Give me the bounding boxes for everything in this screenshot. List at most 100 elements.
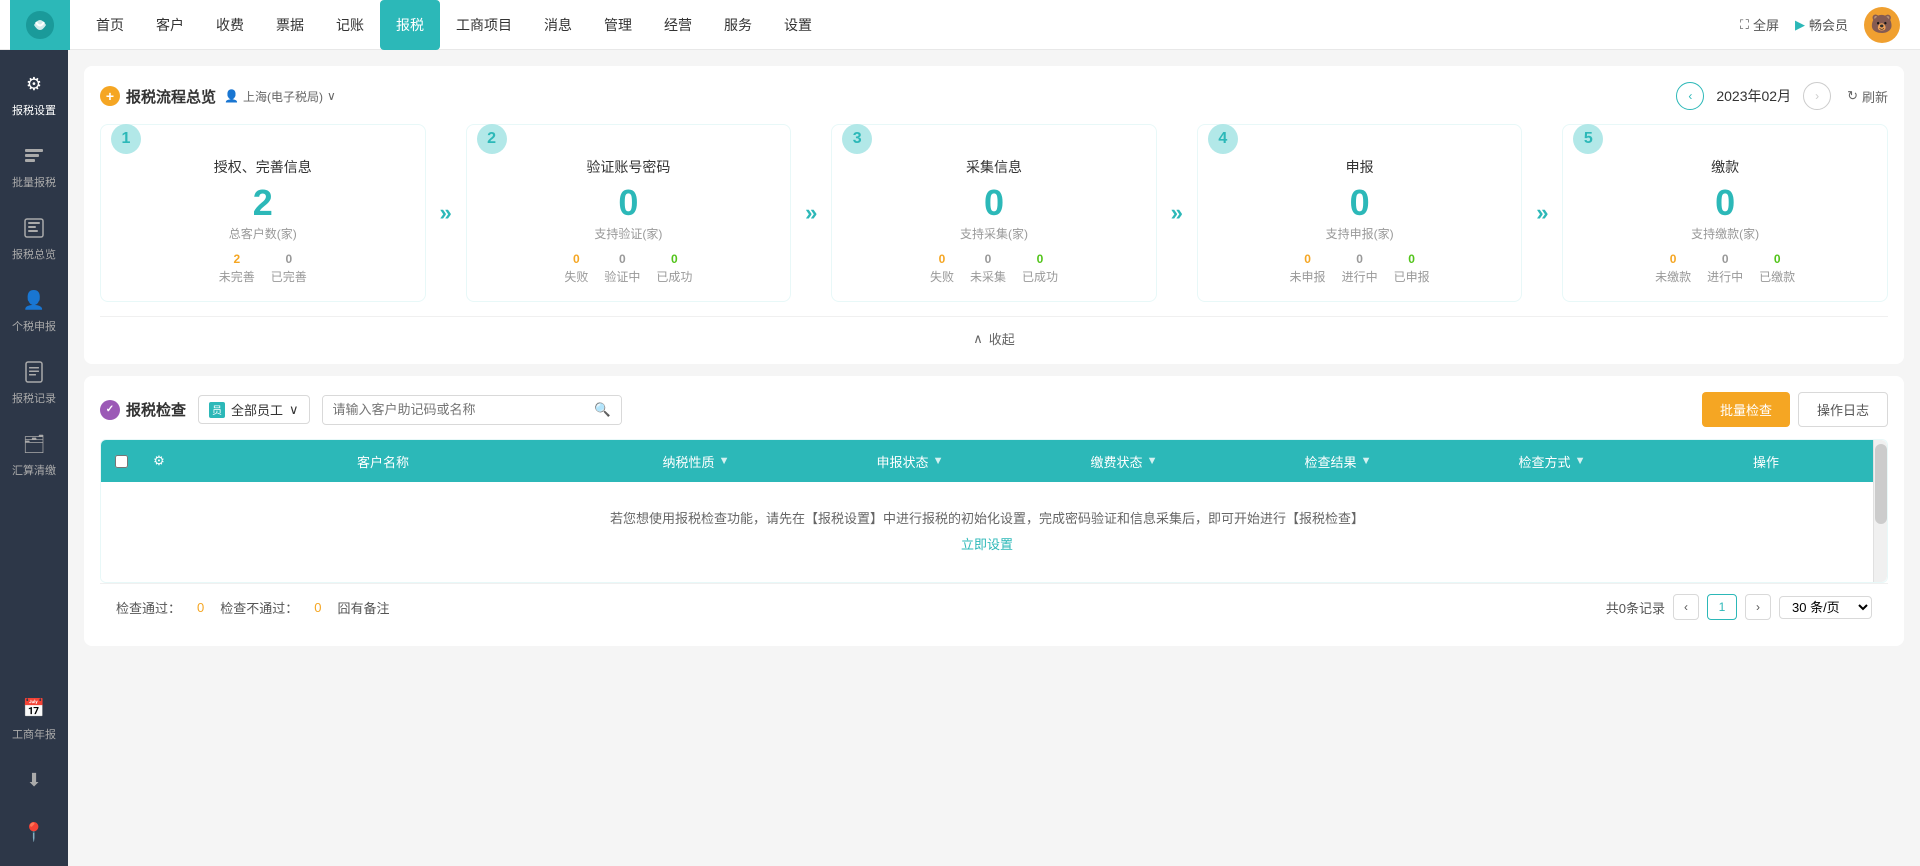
nav-operation[interactable]: 经营 xyxy=(648,0,708,50)
vip-button[interactable]: ▶ 畅会员 xyxy=(1795,15,1848,34)
tax-record-icon xyxy=(20,358,48,386)
content-area: + 报税流程总览 👤 上海(电子税局) ∨ ‹ 2023年02月 › ↻ xyxy=(68,50,1920,866)
nav-client[interactable]: 客户 xyxy=(140,0,200,50)
sidebar-item-download[interactable]: ⬇ xyxy=(4,756,64,804)
setup-link[interactable]: 立即设置 xyxy=(961,537,1013,552)
th-select-all[interactable] xyxy=(101,455,141,468)
client-search-input[interactable] xyxy=(323,396,584,423)
table-scrollbar[interactable] xyxy=(1873,440,1887,582)
step-stats-4: 0 未申报 0 进行中 0 已申报 xyxy=(1290,252,1430,285)
batch-check-button[interactable]: 批量检查 xyxy=(1702,392,1790,427)
scroll-thumb[interactable] xyxy=(1875,444,1887,524)
flow-overview-title: + 报税流程总览 xyxy=(100,86,216,107)
flow-step-1: 1 授权、完善信息 2 总客户数(家) 2 未完善 0 已完善 xyxy=(100,124,426,302)
step-number-1: 1 xyxy=(111,124,141,154)
stat-1-1[interactable]: 0 已完善 xyxy=(271,252,307,285)
location-person-icon: 👤 xyxy=(224,89,239,103)
stat-5-2[interactable]: 0 已缴款 xyxy=(1759,252,1795,285)
check-action-buttons: 批量检查 操作日志 xyxy=(1702,392,1888,427)
staff-selector[interactable]: 员 全部员工 ∨ xyxy=(198,395,310,424)
search-button[interactable]: 🔍 xyxy=(584,396,621,424)
step-number-3: 3 xyxy=(842,124,872,154)
next-month-button[interactable]: › xyxy=(1803,82,1831,110)
sidebar-item-settlement[interactable]: 🗂 汇算清缴 xyxy=(4,420,64,488)
select-all-checkbox[interactable] xyxy=(115,455,128,468)
location-badge[interactable]: 👤 上海(电子税局) ∨ xyxy=(224,88,336,105)
fail-count[interactable]: 0 xyxy=(314,600,321,615)
chevron-down-icon: ∨ xyxy=(327,89,336,103)
th-operation: 操作 xyxy=(1659,452,1873,471)
tax-check-title: ✓ 报税检查 xyxy=(100,399,186,420)
tax-check-table: ⚙ 客户名称 纳税性质 ▼ 申报状态 ▼ 缴费状态 xyxy=(100,439,1888,583)
prev-month-button[interactable]: ‹ xyxy=(1676,82,1704,110)
arrow-3-4: » xyxy=(1157,124,1197,302)
stat-3-0[interactable]: 0 失败 xyxy=(930,252,954,285)
step-number-4: 4 xyxy=(1208,124,1238,154)
stat-5-1[interactable]: 0 进行中 xyxy=(1707,252,1743,285)
nav-invoice[interactable]: 票据 xyxy=(260,0,320,50)
prev-page-button[interactable]: ‹ xyxy=(1673,594,1699,620)
nav-service[interactable]: 服务 xyxy=(708,0,768,50)
sidebar-item-batch-tax[interactable]: 批量报税 xyxy=(4,132,64,200)
flow-step-4: 4 申报 0 支持申报(家) 0 未申报 0 进行中 xyxy=(1197,124,1523,302)
sidebar-item-personal-tax[interactable]: 👤 个税申报 xyxy=(4,276,64,344)
stat-4-2[interactable]: 0 已申报 xyxy=(1394,252,1430,285)
stat-1-0[interactable]: 2 未完善 xyxy=(219,252,255,285)
stat-4-0[interactable]: 0 未申报 xyxy=(1290,252,1326,285)
step-name-5: 缴款 xyxy=(1711,157,1739,177)
pass-count[interactable]: 0 xyxy=(197,600,204,615)
nav-message[interactable]: 消息 xyxy=(528,0,588,50)
tax-nature-filter-icon[interactable]: ▼ xyxy=(719,455,730,467)
flow-overview-header-right: ‹ 2023年02月 › ↻ 刷新 xyxy=(1676,82,1888,110)
sidebar-item-location[interactable]: 📍 xyxy=(4,808,64,856)
sidebar-item-tax-settings[interactable]: ⚙ 报税设置 xyxy=(4,60,64,128)
check-circle-icon: ✓ xyxy=(100,400,120,420)
sidebar-item-tax-record[interactable]: 报税记录 xyxy=(4,348,64,416)
stat-2-0[interactable]: 0 失败 xyxy=(564,252,588,285)
per-page-selector[interactable]: 30 条/页 50 条/页 100 条/页 xyxy=(1779,596,1872,619)
sidebar-item-annual[interactable]: 📅 工商年报 xyxy=(4,684,64,752)
refresh-button[interactable]: ↻ 刷新 xyxy=(1847,87,1888,106)
step-number-5: 5 xyxy=(1573,124,1603,154)
sidebar-item-tax-overview[interactable]: 报税总览 xyxy=(4,204,64,272)
step-stats-2: 0 失败 0 验证中 0 已成功 xyxy=(564,252,692,285)
stat-4-1[interactable]: 0 进行中 xyxy=(1342,252,1378,285)
declare-status-filter-icon[interactable]: ▼ xyxy=(933,455,944,467)
flow-step-3: 3 采集信息 0 支持采集(家) 0 失败 0 未采集 xyxy=(831,124,1157,302)
user-avatar[interactable]: 🐻 xyxy=(1864,7,1900,43)
app-logo xyxy=(10,0,70,50)
check-result-filter-icon[interactable]: ▼ xyxy=(1361,455,1372,467)
tax-overview-icon xyxy=(20,214,48,242)
stat-5-0[interactable]: 0 未缴款 xyxy=(1655,252,1691,285)
batch-tax-icon xyxy=(20,142,48,170)
fullscreen-button[interactable]: ⛶ 全屏 xyxy=(1740,15,1779,34)
th-declare-status: 申报状态 ▼ xyxy=(803,452,1017,471)
nav-fee[interactable]: 收费 xyxy=(200,0,260,50)
nav-settings[interactable]: 设置 xyxy=(768,0,828,50)
personal-tax-icon: 👤 xyxy=(20,286,48,314)
step-name-2: 验证账号密码 xyxy=(586,157,670,177)
payment-status-filter-icon[interactable]: ▼ xyxy=(1147,455,1158,467)
table-header: ⚙ 客户名称 纳税性质 ▼ 申报状态 ▼ 缴费状态 xyxy=(101,440,1873,482)
fail-label: 检查不通过： xyxy=(220,598,298,617)
nav-business[interactable]: 工商项目 xyxy=(440,0,528,50)
collapse-up-icon: ∧ xyxy=(973,331,983,347)
stat-3-1[interactable]: 0 未采集 xyxy=(970,252,1006,285)
flow-overview-card: + 报税流程总览 👤 上海(电子税局) ∨ ‹ 2023年02月 › ↻ xyxy=(84,66,1904,364)
next-page-button[interactable]: › xyxy=(1745,594,1771,620)
step-count-3: 0 xyxy=(984,185,1004,221)
check-method-filter-icon[interactable]: ▼ xyxy=(1575,455,1586,467)
nav-tax[interactable]: 报税 xyxy=(380,0,440,50)
operation-log-button[interactable]: 操作日志 xyxy=(1798,392,1888,427)
stat-3-2[interactable]: 0 已成功 xyxy=(1022,252,1058,285)
stat-2-2[interactable]: 0 已成功 xyxy=(656,252,692,285)
download-icon: ⬇ xyxy=(20,766,48,794)
nav-home[interactable]: 首页 xyxy=(80,0,140,50)
nav-accounting[interactable]: 记账 xyxy=(320,0,380,50)
main-layout: ⚙ 报税设置 批量报税 报税总览 xyxy=(0,50,1920,866)
stat-2-1[interactable]: 0 验证中 xyxy=(604,252,640,285)
th-settings[interactable]: ⚙ xyxy=(141,453,177,469)
step-sub-2: 支持验证(家) xyxy=(594,225,662,242)
collapse-button[interactable]: ∧ 收起 xyxy=(100,316,1888,348)
nav-manage[interactable]: 管理 xyxy=(588,0,648,50)
